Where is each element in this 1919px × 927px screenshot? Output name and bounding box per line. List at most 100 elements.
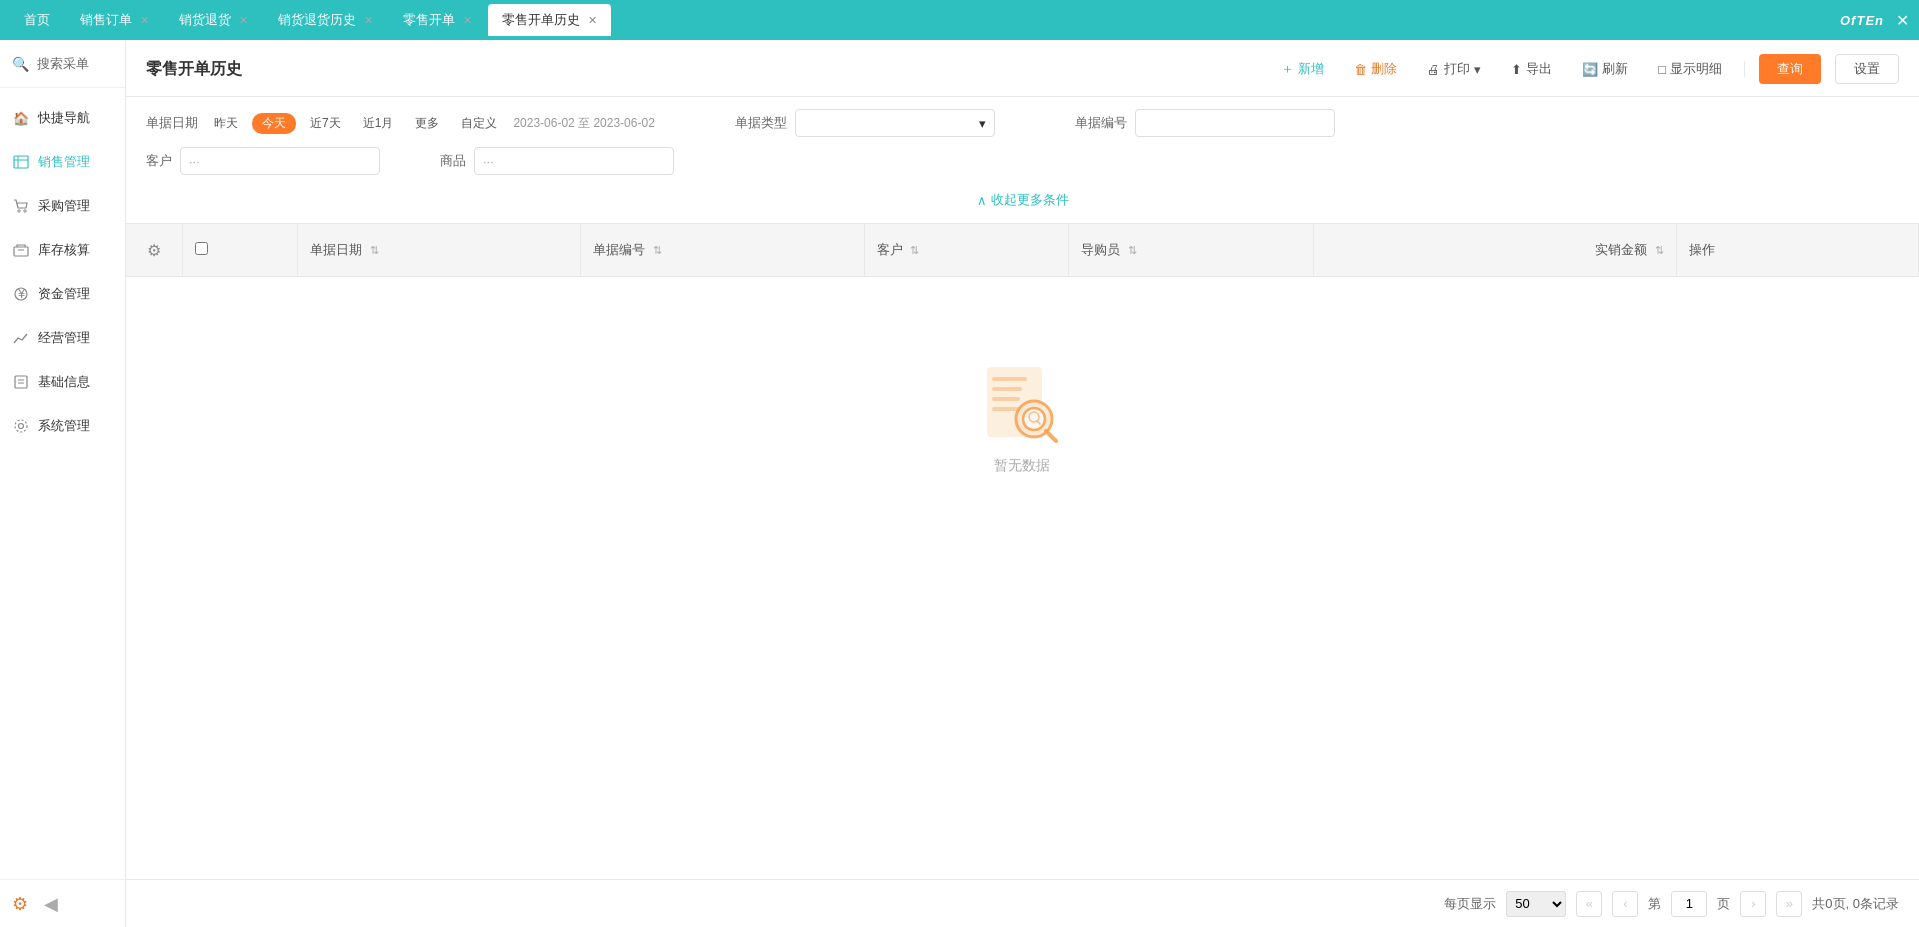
- svg-rect-9: [15, 376, 27, 388]
- empty-text: 暂无数据: [994, 457, 1050, 475]
- print-button[interactable]: 🖨 打印 ▾: [1419, 56, 1489, 82]
- number-input[interactable]: [1135, 109, 1335, 137]
- sidebar-item-inventory[interactable]: 库存核算: [0, 228, 125, 272]
- delete-icon: 🗑: [1354, 62, 1367, 77]
- svg-text:¥: ¥: [17, 286, 26, 301]
- sidebar-item-purchase-mgmt[interactable]: 采购管理: [0, 184, 125, 228]
- add-button[interactable]: ＋ 新增: [1273, 56, 1332, 82]
- settings-gear-icon[interactable]: ⚙: [12, 893, 28, 915]
- collapse-sidebar-icon[interactable]: ◀: [44, 893, 58, 915]
- last-page-button[interactable]: »: [1776, 891, 1802, 917]
- display-detail-button[interactable]: □ 显示明细: [1650, 56, 1730, 82]
- page-size-select[interactable]: 50 10 20 100: [1506, 891, 1566, 917]
- next-page-button[interactable]: ›: [1740, 891, 1766, 917]
- operations-icon: [12, 329, 30, 347]
- sidebar-item-operations-label: 经营管理: [38, 329, 90, 347]
- sort-guide-icon: ⇅: [1128, 244, 1137, 256]
- print-dropdown-icon: ▾: [1474, 62, 1481, 77]
- delete-button[interactable]: 🗑 删除: [1346, 56, 1405, 82]
- first-page-button[interactable]: «: [1576, 891, 1602, 917]
- close-tab-retail-open[interactable]: ✕: [463, 14, 472, 27]
- data-table: ⚙ 单据日期 ⇅ 单据编号 ⇅: [126, 224, 1919, 535]
- search-bill-button[interactable]: 🔍 搜索采单: [0, 40, 125, 88]
- search-label: 搜索采单: [37, 55, 89, 73]
- date-today-btn[interactable]: 今天: [252, 113, 296, 134]
- sort-date-icon: ⇅: [370, 244, 379, 256]
- filter-row-1: 单据日期 昨天 今天 近7天 近1月 更多 自定义 2023-06-02 至 2…: [146, 109, 1899, 137]
- main-layout: 🔍 搜索采单 🏠 快捷导航 销售管理: [0, 40, 1919, 927]
- goods-filter-label: 商品: [440, 152, 466, 170]
- date-7days-btn[interactable]: 近7天: [302, 113, 349, 134]
- window-close-button[interactable]: ✕: [1896, 11, 1909, 30]
- display-checkbox-icon: □: [1658, 62, 1666, 77]
- collapse-button[interactable]: ∧ 收起更多条件: [977, 191, 1069, 209]
- number-filter-label: 单据编号: [1075, 114, 1127, 132]
- tab-retail-open-history[interactable]: 零售开单历史 ✕: [488, 4, 611, 36]
- th-checkbox: [183, 224, 298, 277]
- close-tab-sales-return[interactable]: ✕: [239, 14, 248, 27]
- date-yesterday-btn[interactable]: 昨天: [206, 113, 246, 134]
- customer-input[interactable]: ···: [180, 147, 380, 175]
- th-number[interactable]: 单据编号 ⇅: [581, 224, 864, 277]
- sidebar-item-system[interactable]: 系统管理: [0, 404, 125, 448]
- table-settings-button[interactable]: ⚙: [138, 234, 170, 266]
- toolbar: ＋ 新增 🗑 删除 🖨 打印 ▾ ⬆ 导出: [1273, 54, 1899, 84]
- svg-point-12: [19, 424, 24, 429]
- close-tab-sales-return-history[interactable]: ✕: [364, 14, 373, 27]
- close-tab-retail-open-history[interactable]: ✕: [588, 14, 597, 27]
- sidebar-item-sales-mgmt[interactable]: 销售管理: [0, 140, 125, 184]
- tab-home[interactable]: 首页: [10, 4, 64, 36]
- sidebar-item-finance-label: 资金管理: [38, 285, 90, 303]
- setting-button[interactable]: 设置: [1835, 54, 1899, 84]
- svg-rect-16: [992, 387, 1022, 391]
- sort-customer-icon: ⇅: [910, 244, 919, 256]
- page-number-input[interactable]: [1671, 891, 1707, 917]
- refresh-button[interactable]: 🔄 刷新: [1574, 56, 1636, 82]
- close-tab-sales-order[interactable]: ✕: [140, 14, 149, 27]
- finance-icon: ¥: [12, 285, 30, 303]
- sidebar-item-sales-mgmt-label: 销售管理: [38, 153, 90, 171]
- toolbar-divider: [1744, 61, 1745, 77]
- date-custom-btn[interactable]: 自定义: [453, 113, 505, 134]
- purchase-mgmt-icon: [12, 197, 30, 215]
- tab-sales-return-history[interactable]: 销货退货历史 ✕: [264, 4, 387, 36]
- type-filter: 单据类型 ▾: [735, 109, 995, 137]
- type-select[interactable]: ▾: [795, 109, 995, 137]
- th-amount[interactable]: 实销金额 ⇅: [1313, 224, 1676, 277]
- type-filter-label: 单据类型: [735, 114, 787, 132]
- filter-row-2: 客户 ··· 商品 ···: [146, 147, 1899, 175]
- page-title-row: 零售开单历史 ＋ 新增 🗑 删除 🖨 打印 ▾: [146, 54, 1899, 84]
- sidebar-item-inventory-label: 库存核算: [38, 241, 90, 259]
- print-icon: 🖨: [1427, 62, 1440, 77]
- date-more-btn[interactable]: 更多: [407, 113, 447, 134]
- tab-retail-open[interactable]: 零售开单 ✕: [389, 4, 486, 36]
- search-icon: 🔍: [12, 56, 29, 72]
- prev-page-button[interactable]: ‹: [1612, 891, 1638, 917]
- page-word: 页: [1717, 895, 1730, 913]
- date-month-btn[interactable]: 近1月: [355, 113, 402, 134]
- export-button[interactable]: ⬆ 导出: [1503, 56, 1560, 82]
- pagination-bar: 每页显示 50 10 20 100 « ‹ 第 页 › » 共0页, 0条记录: [126, 879, 1919, 927]
- svg-rect-17: [992, 397, 1020, 401]
- page-header: 零售开单历史 ＋ 新增 🗑 删除 🖨 打印 ▾: [126, 40, 1919, 97]
- table-body: 暂无数据: [126, 277, 1919, 536]
- customer-filter-label: 客户: [146, 152, 172, 170]
- sidebar-item-basic-info[interactable]: 基础信息: [0, 360, 125, 404]
- sidebar-item-quick-nav-label: 快捷导航: [38, 109, 90, 127]
- goods-input[interactable]: ···: [474, 147, 674, 175]
- sidebar-item-finance[interactable]: ¥ 资金管理: [0, 272, 125, 316]
- tab-sales-order[interactable]: 销售订单 ✕: [66, 4, 163, 36]
- empty-state: 暂无数据: [126, 277, 1919, 535]
- th-guide[interactable]: 导购员 ⇅: [1069, 224, 1313, 277]
- select-all-checkbox[interactable]: [195, 242, 208, 255]
- query-button[interactable]: 查询: [1759, 54, 1821, 84]
- sidebar-item-operations[interactable]: 经营管理: [0, 316, 125, 360]
- th-date[interactable]: 单据日期 ⇅: [298, 224, 581, 277]
- tab-sales-return[interactable]: 销货退货 ✕: [165, 4, 262, 36]
- th-customer[interactable]: 客户 ⇅: [864, 224, 1069, 277]
- page-title: 零售开单历史: [146, 59, 242, 80]
- system-icon: [12, 417, 30, 435]
- sales-mgmt-icon: [12, 153, 30, 171]
- sidebar-item-quick-nav[interactable]: 🏠 快捷导航: [0, 96, 125, 140]
- top-bar: 首页 销售订单 ✕ 销货退货 ✕ 销货退货历史 ✕ 零售开单 ✕ 零售开单历史 …: [0, 0, 1919, 40]
